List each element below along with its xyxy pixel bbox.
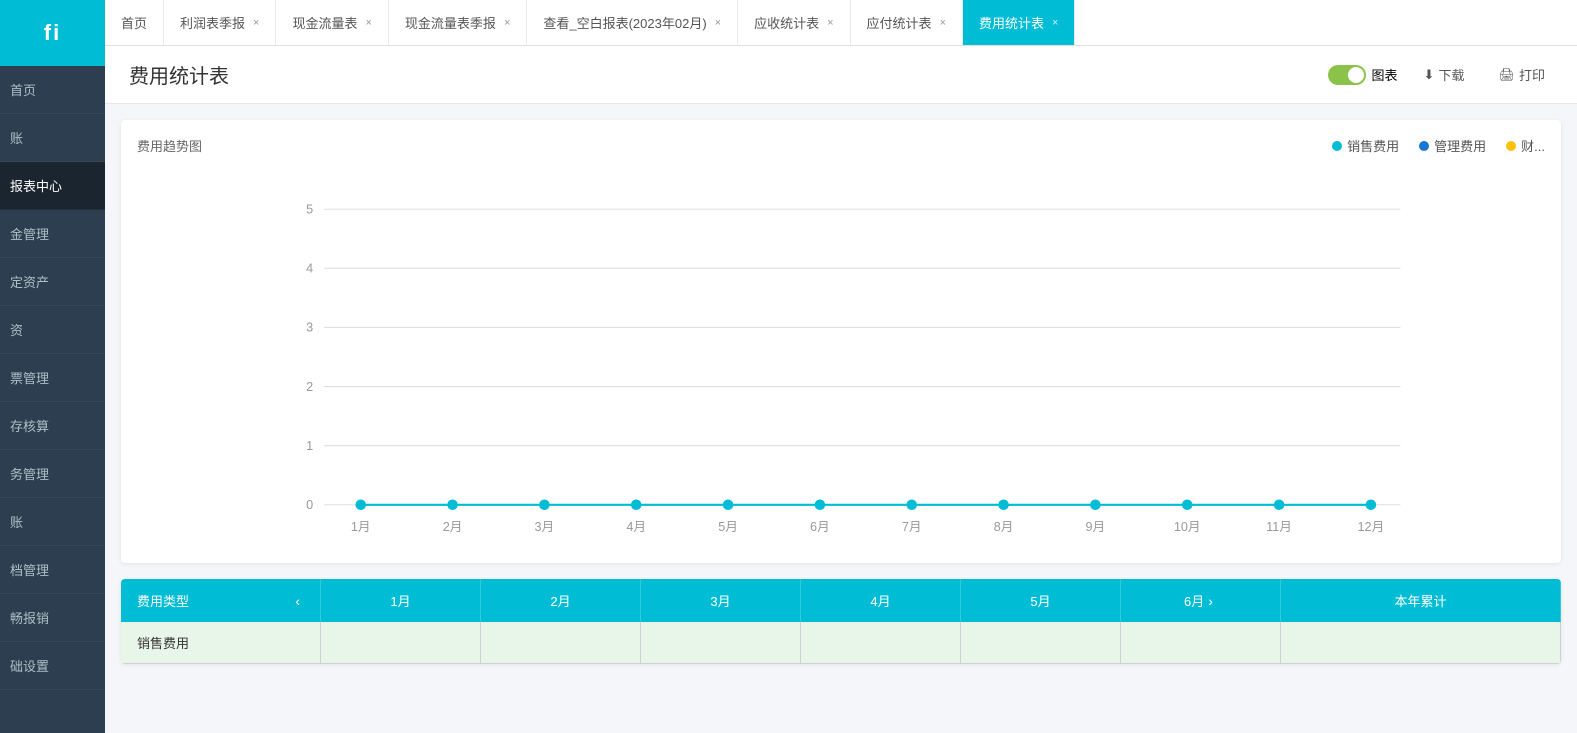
svg-text:2: 2 (306, 380, 313, 394)
sidebar-item-account[interactable]: 账 (0, 114, 105, 162)
chart-toggle-label: 图表 (1372, 65, 1398, 84)
tab-cashflow[interactable]: 现金流量表 × (276, 0, 388, 46)
tab-payable[interactable]: 应付统计表 × (851, 0, 963, 46)
tab-profit[interactable]: 利润表季报 × (164, 0, 276, 46)
tab-bar: 首页 利润表季报 × 现金流量表 × 现金流量表季报 × 查看_空白报表(202… (105, 0, 1577, 46)
table-row: 销售费用 (121, 622, 1561, 664)
tab-close-payable[interactable]: × (940, 17, 946, 29)
legend-item-admin: 管理费用 (1419, 136, 1486, 155)
table-cell-v6 (1121, 622, 1281, 663)
sidebar-item-finance[interactable]: 金管理 (0, 210, 105, 258)
tab-close-expense-stats[interactable]: × (1052, 17, 1058, 29)
sidebar-item-inventory[interactable]: 存核算 (0, 402, 105, 450)
svg-text:5: 5 (306, 202, 313, 216)
svg-text:1月: 1月 (351, 520, 371, 534)
page-content: 费用统计表 图表 ⬇ 下载 🖨 打印 费用趋势图 (105, 46, 1577, 733)
legend-dot-admin (1419, 141, 1429, 151)
sidebar-logo: fi (0, 0, 105, 66)
table-cell-type: 销售费用 (121, 622, 321, 663)
chart-toggle-group: 图表 (1328, 65, 1398, 85)
sidebar-item-reports[interactable]: 报表中心 (0, 162, 105, 210)
sidebar-item-service[interactable]: 务管理 (0, 450, 105, 498)
chart-legend: 销售费用 管理费用 财... (1332, 136, 1545, 155)
tab-blank-report[interactable]: 查看_空白报表(2023年02月) × (527, 0, 738, 46)
chart-container: 费用趋势图 销售费用 管理费用 财... (121, 120, 1561, 563)
svg-text:10月: 10月 (1174, 520, 1201, 534)
sidebar-item-expense[interactable]: 畅报销 (0, 594, 105, 642)
tab-receivable[interactable]: 应收统计表 × (738, 0, 850, 46)
svg-text:3月: 3月 (535, 520, 555, 534)
sidebar-item-ledger[interactable]: 账 (0, 498, 105, 546)
data-table-container: 费用类型 ‹ 1月 2月 3月 4月 5月 6月 › 本年累计 销售费用 (121, 579, 1561, 664)
sidebar-item-archive[interactable]: 档管理 (0, 546, 105, 594)
tab-expense-stats[interactable]: 费用统计表 × (963, 0, 1075, 46)
sidebar-item-assets[interactable]: 定资产 (0, 258, 105, 306)
chart-toggle[interactable] (1328, 65, 1366, 85)
svg-text:8月: 8月 (994, 520, 1014, 534)
table-header-type: 费用类型 ‹ (121, 579, 321, 622)
page-title: 费用统计表 (129, 60, 229, 89)
table-cell-v1 (321, 622, 481, 663)
legend-label-sales: 销售费用 (1347, 136, 1399, 155)
svg-text:4: 4 (306, 262, 313, 276)
table-header-m1: 1月 (321, 579, 481, 622)
svg-text:2月: 2月 (443, 520, 463, 534)
download-icon: ⬇ (1424, 67, 1435, 83)
tab-close-blank-report[interactable]: × (715, 17, 721, 29)
table-header: 费用类型 ‹ 1月 2月 3月 4月 5月 6月 › 本年累计 (121, 579, 1561, 622)
table-cell-v2 (481, 622, 641, 663)
chart-svg-container: 5 4 3 2 1 0 1月 2月 3月 4月 5月 6月 7月 8月 9月 (137, 167, 1545, 547)
svg-text:5月: 5月 (718, 520, 738, 534)
tab-close-cashflow-quarter[interactable]: × (504, 17, 510, 29)
tab-close-receivable[interactable]: × (827, 17, 833, 29)
table-cell-total (1281, 622, 1561, 663)
table-next-arrow[interactable]: › (1204, 593, 1217, 609)
sidebar-item-invoice[interactable]: 票管理 (0, 354, 105, 402)
svg-text:0: 0 (306, 498, 313, 512)
svg-text:4月: 4月 (626, 520, 646, 534)
page-header: 费用统计表 图表 ⬇ 下载 🖨 打印 (105, 46, 1577, 104)
table-cell-v4 (801, 622, 961, 663)
sidebar-item-capital[interactable]: 资 (0, 306, 105, 354)
table-cell-v5 (961, 622, 1121, 663)
table-cell-v3 (641, 622, 801, 663)
table-header-m5: 5月 (961, 579, 1121, 622)
chart-header: 费用趋势图 销售费用 管理费用 财... (137, 136, 1545, 155)
svg-text:1: 1 (306, 439, 313, 453)
svg-text:3: 3 (306, 321, 313, 335)
tab-cashflow-quarter[interactable]: 现金流量表季报 × (389, 0, 527, 46)
svg-text:11月: 11月 (1266, 520, 1292, 534)
svg-text:7月: 7月 (902, 520, 922, 534)
legend-label-admin: 管理费用 (1434, 136, 1486, 155)
download-button[interactable]: ⬇ 下载 (1416, 61, 1473, 88)
legend-item-finance: 财... (1506, 136, 1545, 155)
sidebar-item-settings[interactable]: 础设置 (0, 642, 105, 690)
table-header-m6: 6月 › (1121, 579, 1281, 622)
table-header-m4: 4月 (801, 579, 961, 622)
table-header-total: 本年累计 (1281, 579, 1561, 622)
sidebar: fi 首页 账 报表中心 金管理 定资产 资 票管理 存核算 务管理 账 档管理… (0, 0, 105, 733)
tab-home[interactable]: 首页 (105, 0, 164, 46)
svg-text:6月: 6月 (810, 520, 830, 534)
sidebar-item-home[interactable]: 首页 (0, 66, 105, 114)
chart-svg: 5 4 3 2 1 0 1月 2月 3月 4月 5月 6月 7月 8月 9月 (137, 167, 1545, 547)
main-area: 首页 利润表季报 × 现金流量表 × 现金流量表季报 × 查看_空白报表(202… (105, 0, 1577, 733)
print-button[interactable]: 🖨 打印 (1490, 61, 1553, 88)
print-icon: 🖨 (1498, 67, 1515, 83)
svg-text:12月: 12月 (1358, 520, 1385, 534)
legend-dot-finance (1506, 141, 1516, 151)
chart-title: 费用趋势图 (137, 136, 202, 155)
table-prev-arrow[interactable]: ‹ (291, 593, 304, 609)
tab-close-cashflow[interactable]: × (365, 17, 371, 29)
legend-dot-sales (1332, 141, 1342, 151)
svg-text:9月: 9月 (1086, 520, 1106, 534)
legend-label-finance: 财... (1521, 136, 1545, 155)
legend-item-sales: 销售费用 (1332, 136, 1399, 155)
header-actions: 图表 ⬇ 下载 🖨 打印 (1328, 61, 1553, 88)
table-header-m2: 2月 (481, 579, 641, 622)
tab-close-profit[interactable]: × (253, 17, 259, 29)
table-header-m3: 3月 (641, 579, 801, 622)
